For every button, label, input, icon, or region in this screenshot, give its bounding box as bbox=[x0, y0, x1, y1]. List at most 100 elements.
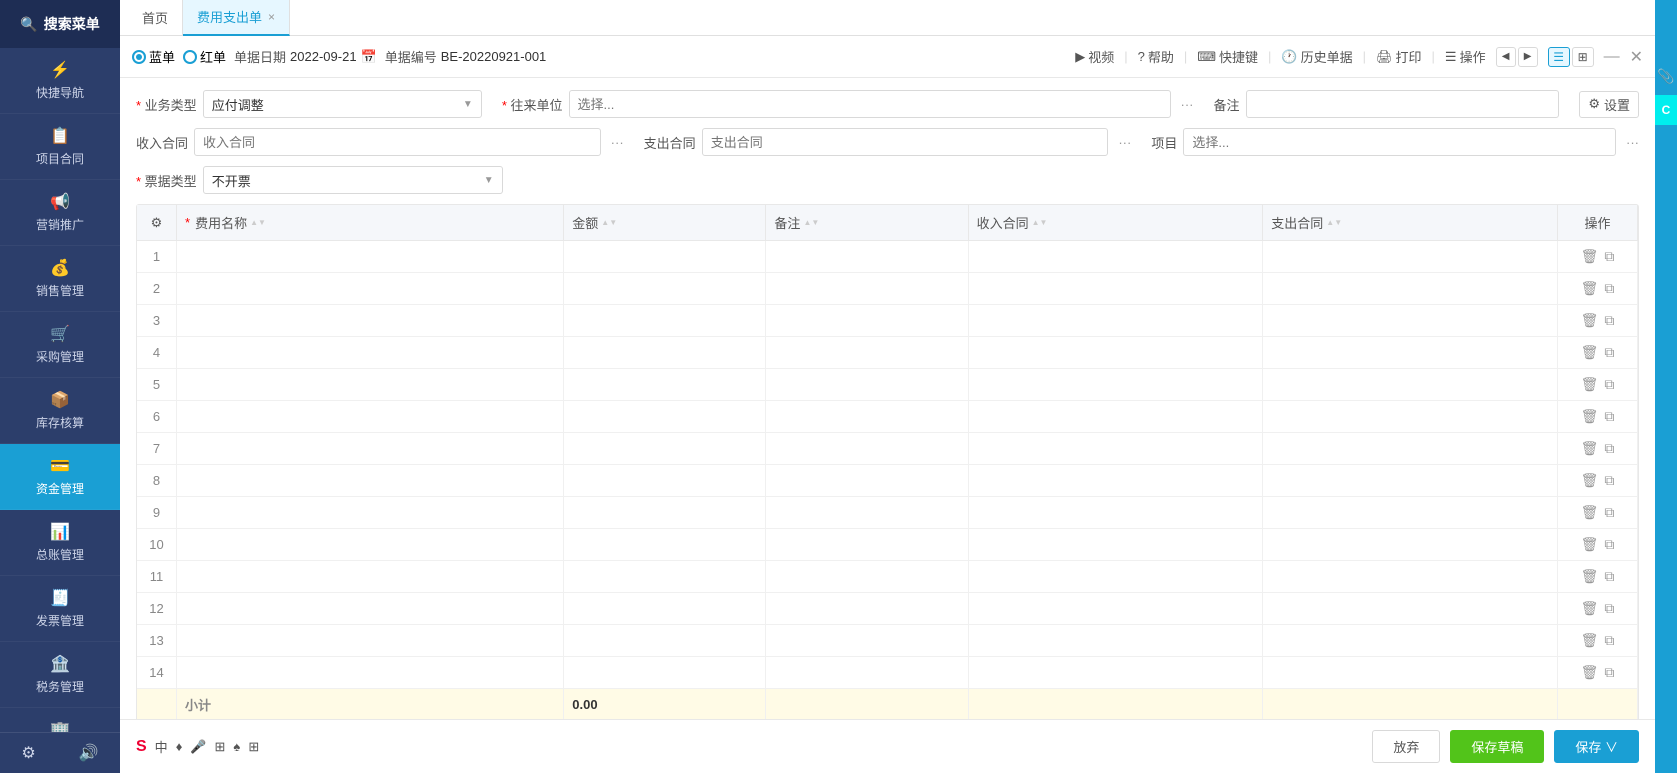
counterparty-input[interactable] bbox=[569, 90, 1171, 118]
row-income-cell-9[interactable] bbox=[969, 497, 1264, 528]
row-amount-cell-7[interactable] bbox=[564, 433, 766, 464]
expense-more-icon[interactable]: ··· bbox=[1118, 135, 1131, 150]
row-amount-cell-14[interactable] bbox=[564, 657, 766, 688]
row-note-cell-14[interactable] bbox=[766, 657, 968, 688]
row-name-cell-1[interactable] bbox=[177, 241, 564, 272]
row-name-cell-6[interactable] bbox=[177, 401, 564, 432]
row-name-cell-14[interactable] bbox=[177, 657, 564, 688]
sidebar-item-invoice[interactable]: 🧾 发票管理 bbox=[0, 576, 120, 642]
row-expense-cell-13[interactable] bbox=[1263, 625, 1558, 656]
list-view-btn[interactable]: ☰ bbox=[1548, 47, 1570, 67]
th-name-sort[interactable]: ▲▼ bbox=[250, 218, 266, 227]
delete-icon-3[interactable]: 🗑 bbox=[1581, 312, 1599, 329]
blue-bill-radio[interactable]: 蓝单 bbox=[132, 47, 175, 66]
row-note-cell-10[interactable] bbox=[766, 529, 968, 560]
row-expense-cell-6[interactable] bbox=[1263, 401, 1558, 432]
copy-icon-8[interactable]: ⧉ bbox=[1604, 472, 1614, 489]
right-panel-icon-1[interactable]: 📎 bbox=[1655, 60, 1677, 93]
row-amount-cell-3[interactable] bbox=[564, 305, 766, 336]
row-name-cell-2[interactable] bbox=[177, 273, 564, 304]
row-expense-cell-5[interactable] bbox=[1263, 369, 1558, 400]
row-expense-cell-4[interactable] bbox=[1263, 337, 1558, 368]
calendar-icon[interactable]: 📅 bbox=[361, 49, 377, 65]
row-note-cell-8[interactable] bbox=[766, 465, 968, 496]
sidebar-item-inventory[interactable]: 📦 库存核算 bbox=[0, 378, 120, 444]
row-amount-cell-4[interactable] bbox=[564, 337, 766, 368]
copy-icon-9[interactable]: ⧉ bbox=[1604, 504, 1614, 521]
tab-home[interactable]: 首页 bbox=[128, 0, 183, 36]
row-income-cell-8[interactable] bbox=[969, 465, 1264, 496]
shortcut-btn[interactable]: ⌨ 快捷键 bbox=[1197, 47, 1258, 66]
row-income-cell-4[interactable] bbox=[969, 337, 1264, 368]
delete-icon-9[interactable]: 🗑 bbox=[1581, 504, 1599, 521]
delete-icon-5[interactable]: 🗑 bbox=[1581, 376, 1599, 393]
row-name-cell-12[interactable] bbox=[177, 593, 564, 624]
next-btn[interactable]: ▶ bbox=[1518, 47, 1538, 67]
row-amount-cell-1[interactable] bbox=[564, 241, 766, 272]
settings-icon[interactable]: ⚙ bbox=[21, 743, 35, 763]
row-note-cell-1[interactable] bbox=[766, 241, 968, 272]
delete-icon-7[interactable]: 🗑 bbox=[1581, 440, 1599, 457]
history-btn[interactable]: 🕐 历史单据 bbox=[1281, 47, 1352, 66]
sidebar-item-tax[interactable]: 🏦 税务管理 bbox=[0, 642, 120, 708]
invoice-type-select[interactable]: 不开票 ▼ bbox=[203, 166, 503, 194]
sidebar-item-procurement[interactable]: 🛒 采购管理 bbox=[0, 312, 120, 378]
row-name-cell-5[interactable] bbox=[177, 369, 564, 400]
row-name-cell-13[interactable] bbox=[177, 625, 564, 656]
row-expense-cell-1[interactable] bbox=[1263, 241, 1558, 272]
row-note-cell-7[interactable] bbox=[766, 433, 968, 464]
row-name-cell-4[interactable] bbox=[177, 337, 564, 368]
row-name-cell-11[interactable] bbox=[177, 561, 564, 592]
project-more-icon[interactable]: ··· bbox=[1626, 135, 1639, 150]
copy-icon-10[interactable]: ⧉ bbox=[1604, 536, 1614, 553]
project-input[interactable] bbox=[1183, 128, 1616, 156]
copy-icon-6[interactable]: ⧉ bbox=[1604, 408, 1614, 425]
delete-icon-10[interactable]: 🗑 bbox=[1581, 536, 1599, 553]
sidebar-item-quick-nav[interactable]: ⚡ 快捷导航 bbox=[0, 48, 120, 114]
copy-icon-2[interactable]: ⧉ bbox=[1604, 280, 1614, 297]
row-amount-cell-10[interactable] bbox=[564, 529, 766, 560]
help-btn[interactable]: ? 帮助 bbox=[1138, 47, 1174, 66]
row-amount-cell-6[interactable] bbox=[564, 401, 766, 432]
close-btn[interactable]: ✕ bbox=[1630, 47, 1643, 67]
sidebar-item-fund[interactable]: 💳 资金管理 bbox=[0, 444, 120, 510]
copy-icon-4[interactable]: ⧉ bbox=[1604, 344, 1614, 361]
row-expense-cell-3[interactable] bbox=[1263, 305, 1558, 336]
delete-icon-8[interactable]: 🗑 bbox=[1581, 472, 1599, 489]
row-amount-cell-2[interactable] bbox=[564, 273, 766, 304]
video-btn[interactable]: ▶ 视频 bbox=[1075, 47, 1114, 66]
right-panel-icon-2[interactable]: C bbox=[1655, 95, 1677, 125]
row-expense-cell-10[interactable] bbox=[1263, 529, 1558, 560]
row-note-cell-13[interactable] bbox=[766, 625, 968, 656]
row-income-cell-11[interactable] bbox=[969, 561, 1264, 592]
row-income-cell-10[interactable] bbox=[969, 529, 1264, 560]
op-btn[interactable]: ☰ 操作 bbox=[1445, 47, 1486, 66]
row-note-cell-4[interactable] bbox=[766, 337, 968, 368]
row-name-cell-10[interactable] bbox=[177, 529, 564, 560]
save-button[interactable]: 保存 ∨ bbox=[1554, 730, 1639, 763]
row-income-cell-5[interactable] bbox=[969, 369, 1264, 400]
sidebar-item-accounting[interactable]: 📊 总账管理 bbox=[0, 510, 120, 576]
row-expense-cell-9[interactable] bbox=[1263, 497, 1558, 528]
expense-contract-input[interactable] bbox=[702, 128, 1109, 156]
th-amount-sort[interactable]: ▲▼ bbox=[601, 218, 617, 227]
delete-icon-12[interactable]: 🗑 bbox=[1581, 600, 1599, 617]
row-expense-cell-2[interactable] bbox=[1263, 273, 1558, 304]
settings-btn[interactable]: ⚙ 设置 bbox=[1579, 91, 1639, 118]
th-note-sort[interactable]: ▲▼ bbox=[803, 218, 819, 227]
sidebar-item-project-contract[interactable]: 📋 项目合同 bbox=[0, 114, 120, 180]
business-type-select[interactable]: 应付调整 ▼ bbox=[203, 90, 482, 118]
row-amount-cell-11[interactable] bbox=[564, 561, 766, 592]
audio-icon[interactable]: 🔊 bbox=[79, 743, 99, 763]
th-settings[interactable]: ⚙ bbox=[137, 205, 177, 240]
copy-icon-5[interactable]: ⧉ bbox=[1604, 376, 1614, 393]
delete-icon-1[interactable]: 🗑 bbox=[1581, 248, 1599, 265]
sidebar-item-marketing[interactable]: 📢 营销推广 bbox=[0, 180, 120, 246]
copy-icon-11[interactable]: ⧉ bbox=[1604, 568, 1614, 585]
income-more-icon[interactable]: ··· bbox=[611, 135, 624, 150]
row-name-cell-7[interactable] bbox=[177, 433, 564, 464]
delete-icon-2[interactable]: 🗑 bbox=[1581, 280, 1599, 297]
delete-icon-6[interactable]: 🗑 bbox=[1581, 408, 1599, 425]
row-income-cell-1[interactable] bbox=[969, 241, 1264, 272]
copy-icon-12[interactable]: ⧉ bbox=[1604, 600, 1614, 617]
